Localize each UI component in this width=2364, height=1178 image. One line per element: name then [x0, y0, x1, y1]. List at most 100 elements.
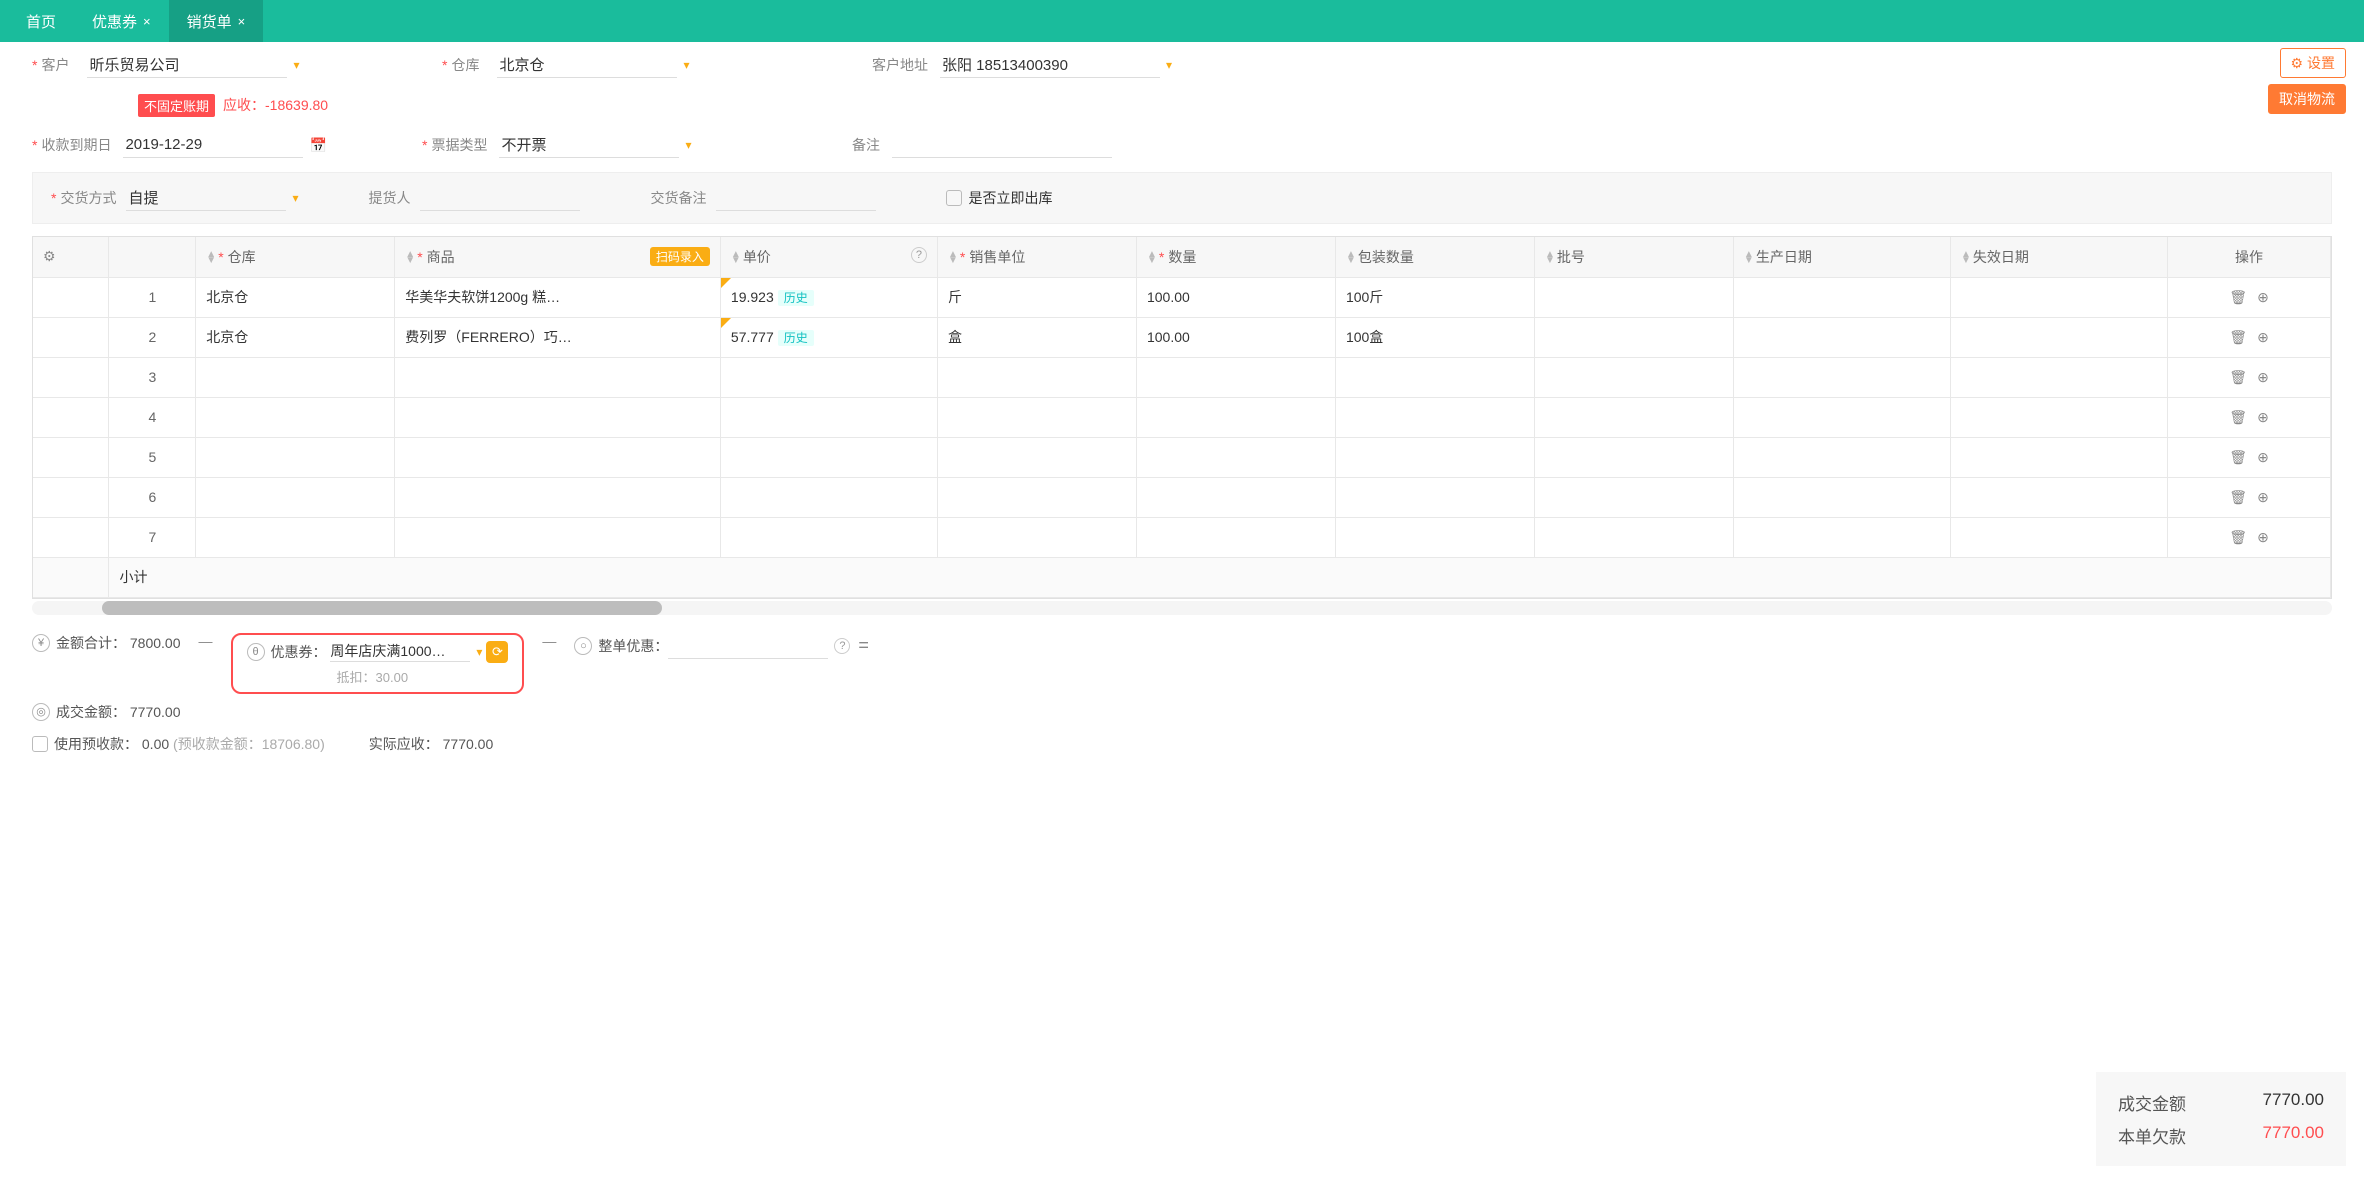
cell-warehouse[interactable]	[196, 437, 395, 477]
cell-price[interactable]: 57.777历史	[720, 317, 937, 357]
chevron-down-icon[interactable]: ▾	[293, 58, 299, 72]
cell-pack[interactable]: 100盒	[1335, 317, 1534, 357]
col-product[interactable]: *商品扫码录入	[395, 237, 721, 277]
col-unit[interactable]: *销售单位	[937, 237, 1136, 277]
delivery-remark-input[interactable]	[716, 185, 876, 211]
cell-unit[interactable]	[937, 437, 1136, 477]
use-prepay-checkbox[interactable]	[32, 736, 48, 752]
order-discount-input[interactable]	[668, 633, 828, 659]
cell-qty[interactable]	[1136, 437, 1335, 477]
chevron-down-icon[interactable]: ▾	[292, 191, 298, 205]
cell-warehouse[interactable]	[196, 357, 395, 397]
cell-unit[interactable]	[937, 397, 1136, 437]
col-settings[interactable]: ⚙	[33, 237, 109, 277]
chevron-down-icon[interactable]: ▾	[685, 138, 691, 152]
cell-price[interactable]	[720, 397, 937, 437]
cell-price[interactable]	[720, 477, 937, 517]
picker-input[interactable]	[420, 185, 580, 211]
cell-unit[interactable]	[937, 357, 1136, 397]
cell-unit[interactable]	[937, 477, 1136, 517]
cell-pack[interactable]: 100斤	[1335, 277, 1534, 317]
delete-icon[interactable]: 🗑	[2229, 369, 2247, 386]
remark-input[interactable]	[892, 132, 1112, 158]
add-icon[interactable]: ⊕	[2257, 289, 2269, 306]
cell-qty[interactable]	[1136, 477, 1335, 517]
table-row[interactable]: 6🗑⊕	[33, 477, 2331, 517]
col-exp-date[interactable]: 失效日期	[1951, 237, 2168, 277]
cell-price[interactable]	[720, 517, 937, 557]
cell-price[interactable]	[720, 357, 937, 397]
delete-icon[interactable]: 🗑	[2229, 409, 2247, 426]
due-date-input[interactable]	[123, 132, 303, 158]
chevron-down-icon[interactable]: ▾	[683, 58, 689, 72]
add-icon[interactable]: ⊕	[2257, 369, 2269, 386]
delete-icon[interactable]: 🗑	[2229, 449, 2247, 466]
chevron-down-icon[interactable]: ▾	[1166, 58, 1172, 72]
warehouse-input[interactable]	[497, 52, 677, 78]
cell-warehouse[interactable]: 北京仓	[196, 317, 395, 357]
address-input[interactable]	[940, 52, 1160, 78]
help-icon[interactable]: ?	[834, 638, 850, 654]
cell-price[interactable]	[720, 437, 937, 477]
coupon-select[interactable]: 周年店庆满1000…	[330, 641, 470, 662]
cell-product[interactable]: 华美华夫软饼1200g 糕…	[395, 277, 721, 317]
cell-unit[interactable]	[937, 517, 1136, 557]
delete-icon[interactable]: 🗑	[2229, 329, 2247, 346]
add-icon[interactable]: ⊕	[2257, 449, 2269, 466]
cell-product[interactable]	[395, 357, 721, 397]
delivery-method-input[interactable]	[126, 185, 286, 211]
cell-qty[interactable]: 100.00	[1136, 277, 1335, 317]
cell-unit[interactable]: 斤	[937, 277, 1136, 317]
immediate-checkbox[interactable]	[946, 190, 962, 206]
cell-pack[interactable]	[1335, 437, 1534, 477]
cell-product[interactable]	[395, 437, 721, 477]
cell-qty[interactable]	[1136, 397, 1335, 437]
close-icon[interactable]: ×	[238, 14, 246, 29]
cell-unit[interactable]: 盒	[937, 317, 1136, 357]
close-icon[interactable]: ×	[143, 14, 151, 29]
refresh-icon[interactable]: ⟳	[486, 641, 508, 663]
table-row[interactable]: 3🗑⊕	[33, 357, 2331, 397]
col-prod-date[interactable]: 生产日期	[1733, 237, 1950, 277]
cell-product[interactable]	[395, 517, 721, 557]
calendar-icon[interactable]: 📅	[309, 137, 326, 154]
tab-coupon[interactable]: 优惠券×	[74, 0, 169, 42]
col-batch[interactable]: 批号	[1534, 237, 1733, 277]
col-price[interactable]: 单价?	[720, 237, 937, 277]
cell-warehouse[interactable]: 北京仓	[196, 277, 395, 317]
cell-warehouse[interactable]	[196, 397, 395, 437]
delete-icon[interactable]: 🗑	[2229, 289, 2247, 306]
add-icon[interactable]: ⊕	[2257, 529, 2269, 546]
cell-pack[interactable]	[1335, 397, 1534, 437]
cell-pack[interactable]	[1335, 477, 1534, 517]
invoice-type-input[interactable]	[499, 132, 679, 158]
col-qty[interactable]: *数量	[1136, 237, 1335, 277]
table-row[interactable]: 7🗑⊕	[33, 517, 2331, 557]
tab-home[interactable]: 首页	[8, 0, 74, 42]
scan-tag[interactable]: 扫码录入	[650, 247, 710, 266]
delete-icon[interactable]: 🗑	[2229, 489, 2247, 506]
horizontal-scrollbar[interactable]	[32, 601, 2332, 615]
chevron-down-icon[interactable]: ▾	[476, 645, 482, 659]
cell-qty[interactable]	[1136, 357, 1335, 397]
cell-warehouse[interactable]	[196, 517, 395, 557]
cell-price[interactable]: 19.923历史	[720, 277, 937, 317]
cell-pack[interactable]	[1335, 357, 1534, 397]
cell-warehouse[interactable]	[196, 477, 395, 517]
cell-product[interactable]	[395, 397, 721, 437]
add-icon[interactable]: ⊕	[2257, 409, 2269, 426]
cell-product[interactable]: 费列罗（FERRERO）巧…	[395, 317, 721, 357]
customer-input[interactable]	[87, 52, 287, 78]
tab-sales[interactable]: 销货单×	[169, 0, 264, 42]
add-icon[interactable]: ⊕	[2257, 329, 2269, 346]
table-row[interactable]: 2北京仓费列罗（FERRERO）巧…57.777历史盒100.00100盒🗑⊕	[33, 317, 2331, 357]
cell-pack[interactable]	[1335, 517, 1534, 557]
table-row[interactable]: 4🗑⊕	[33, 397, 2331, 437]
table-row[interactable]: 1北京仓华美华夫软饼1200g 糕…19.923历史斤100.00100斤🗑⊕	[33, 277, 2331, 317]
col-warehouse[interactable]: *仓库	[196, 237, 395, 277]
col-pack[interactable]: 包装数量	[1335, 237, 1534, 277]
cell-qty[interactable]	[1136, 517, 1335, 557]
help-icon[interactable]: ?	[911, 247, 927, 263]
settings-button[interactable]: ⚙ 设置	[2280, 48, 2346, 78]
cell-qty[interactable]: 100.00	[1136, 317, 1335, 357]
